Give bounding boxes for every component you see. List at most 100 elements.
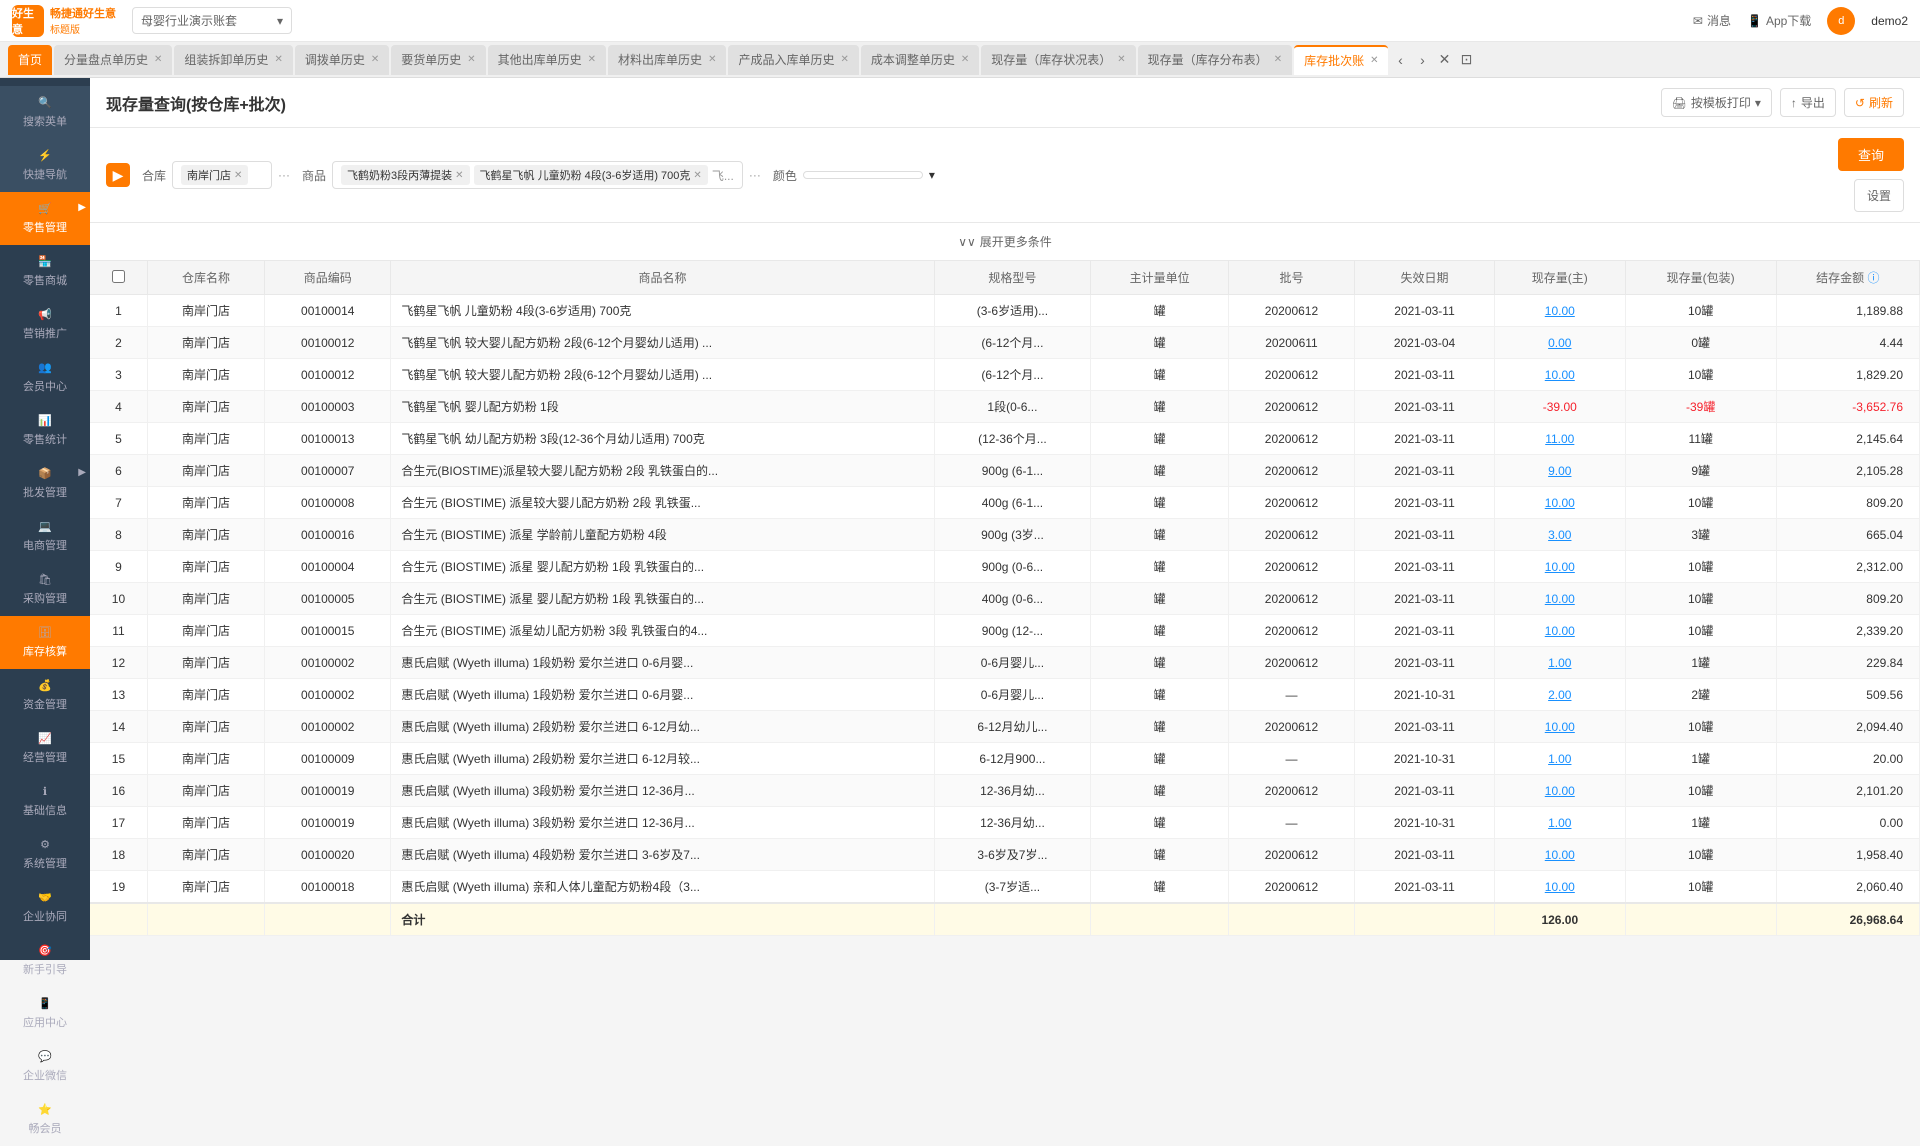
tab-current[interactable]: 库存批次账 ✕ (1294, 45, 1388, 75)
tab-next-btn[interactable]: › (1412, 50, 1432, 70)
cell-qty-main[interactable]: 11.00 (1494, 423, 1625, 455)
tab-9-label: 现存量（库存状况表） (991, 51, 1111, 68)
sidebar-item-marketing[interactable]: 📢 营销推广 (0, 298, 90, 351)
export-btn[interactable]: ↑ 导出 (1780, 88, 1836, 117)
cell-spec: (3-6岁适用)... (934, 295, 1091, 327)
warehouse-tag-container[interactable]: 南岸门店 ✕ (172, 161, 272, 189)
tab-8-close-icon[interactable]: ✕ (961, 54, 969, 65)
cell-qty-main[interactable]: 0.00 (1494, 327, 1625, 359)
sidebar-item-inventory[interactable]: 🗄 库存核算 (0, 616, 90, 669)
tab-6[interactable]: 材料出库单历史 ✕ (608, 45, 726, 75)
sidebar-item-guide[interactable]: 🎯 新手引导 (0, 934, 90, 987)
tab-8[interactable]: 成本调整单历史 ✕ (861, 45, 979, 75)
settings-btn[interactable]: 设置 (1854, 179, 1904, 212)
warehouse-tag-text: 南岸门店 (187, 167, 231, 183)
tab-current-close-icon[interactable]: ✕ (1370, 55, 1378, 66)
cell-qty-main[interactable]: 10.00 (1494, 583, 1625, 615)
sidebar-item-retail[interactable]: 🛒 零售管理 ▶ (0, 192, 90, 245)
cell-qty-main[interactable]: 10.00 (1494, 551, 1625, 583)
sidebar-item-search[interactable]: 🔍 搜索英单 (0, 86, 90, 139)
cell-qty-main[interactable]: 10.00 (1494, 711, 1625, 743)
expand-more-btn[interactable]: ∨∨ 展开更多条件 (950, 229, 1060, 254)
cell-qty-main[interactable]: 10.00 (1494, 775, 1625, 807)
cell-batch: — (1228, 743, 1354, 775)
cell-qty-main[interactable]: 10.00 (1494, 359, 1625, 391)
cell-name: 惠氏启赋 (Wyeth illuma) 2段奶粉 爱尔兰进口 6-12月幼... (391, 711, 934, 743)
tab-5-close-icon[interactable]: ✕ (588, 54, 596, 65)
tab-7-close-icon[interactable]: ✕ (840, 54, 848, 65)
sidebar-item-stats[interactable]: 📊 零售统计 (0, 404, 90, 457)
tab-9-close-icon[interactable]: ✕ (1117, 54, 1125, 65)
query-btn[interactable]: 查询 (1838, 138, 1904, 171)
tab-10-close-icon[interactable]: ✕ (1274, 54, 1282, 65)
sidebar-item-wholesale[interactable]: 📦 批发管理 ▶ (0, 457, 90, 510)
warehouse-tag-close-icon[interactable]: ✕ (234, 170, 242, 181)
cell-qty-main[interactable]: 1.00 (1494, 647, 1625, 679)
cell-qty-main[interactable]: 10.00 (1494, 839, 1625, 871)
sidebar-item-collab[interactable]: 🤝 企业协同 (0, 881, 90, 934)
cell-qty-main[interactable]: 2.00 (1494, 679, 1625, 711)
refresh-btn[interactable]: ↺ 刷新 (1844, 88, 1904, 117)
cell-spec: 6-12月幼儿... (934, 711, 1091, 743)
tab-home[interactable]: 首页 (8, 45, 52, 75)
product-more-icon[interactable]: ··· (749, 168, 761, 182)
cell-qty-main[interactable]: 1.00 (1494, 807, 1625, 839)
color-tag-container[interactable] (803, 171, 923, 179)
cell-qty-main[interactable]: 10.00 (1494, 487, 1625, 519)
tab-5[interactable]: 其他出库单历史 ✕ (488, 45, 606, 75)
tab-close-all-btn[interactable]: ✕ (1434, 50, 1454, 70)
messages-btn[interactable]: ✉ 消息 (1693, 12, 1731, 29)
filter-expand-icon[interactable]: ▶ (106, 163, 130, 187)
tab-9[interactable]: 现存量（库存状况表） ✕ (981, 45, 1135, 75)
cell-qty-main[interactable]: -39.00 (1494, 391, 1625, 423)
tab-2-close-icon[interactable]: ✕ (274, 54, 282, 65)
sidebar-item-basics[interactable]: ℹ 基础信息 (0, 775, 90, 828)
cell-qty-main[interactable]: 1.00 (1494, 743, 1625, 775)
sidebar-item-ecommerce[interactable]: 💻 电商管理 (0, 510, 90, 563)
cell-code: 00100005 (265, 583, 391, 615)
sidebar-item-appcenter[interactable]: 📱 应用中心 (0, 987, 90, 1040)
cell-qty-main[interactable]: 9.00 (1494, 455, 1625, 487)
sidebar-item-finance[interactable]: 💰 资金管理 (0, 669, 90, 722)
sidebar-item-wechat[interactable]: 💬 企业微信 (0, 1040, 90, 1093)
cell-batch: 20200612 (1228, 519, 1354, 551)
sidebar-item-nav[interactable]: ⚡ 快捷导航 (0, 139, 90, 192)
cell-expire: 2021-03-11 (1355, 487, 1495, 519)
app-download-btn[interactable]: 📱 App下载 (1747, 12, 1811, 29)
cell-qty-main[interactable]: 10.00 (1494, 615, 1625, 647)
sidebar-item-members[interactable]: 👥 会员中心 (0, 351, 90, 404)
sidebar-item-mall[interactable]: 🏪 零售商城 (0, 245, 90, 298)
sidebar-item-operations[interactable]: 📈 经营管理 (0, 722, 90, 775)
cell-qty-main[interactable]: 10.00 (1494, 871, 1625, 904)
tab-4-close-icon[interactable]: ✕ (467, 54, 475, 65)
tab-maximize-btn[interactable]: ⊡ (1456, 50, 1476, 70)
tab-4[interactable]: 要货单历史 ✕ (391, 45, 485, 75)
workspace-selector[interactable]: 母婴行业演示账套 ▾ (132, 7, 292, 34)
guide-icon: 🎯 (38, 944, 52, 957)
collab-icon: 🤝 (38, 891, 52, 904)
cell-qty-main[interactable]: 3.00 (1494, 519, 1625, 551)
print-btn[interactable]: 🖨 按模板打印 ▾ (1661, 88, 1772, 117)
tab-1[interactable]: 分量盘点单历史 ✕ (54, 45, 172, 75)
user-avatar[interactable]: d (1827, 7, 1855, 35)
warehouse-more-icon[interactable]: ··· (278, 168, 290, 182)
product-tag-2-close-icon[interactable]: ✕ (693, 170, 701, 181)
sidebar-item-system[interactable]: ⚙ 系统管理 (0, 828, 90, 881)
tab-7[interactable]: 产成品入库单历史 ✕ (728, 45, 858, 75)
tab-3[interactable]: 调拨单历史 ✕ (295, 45, 389, 75)
cell-qty-main[interactable]: 10.00 (1494, 295, 1625, 327)
cell-name: 惠氏启赋 (Wyeth illuma) 4段奶粉 爱尔兰进口 3-6岁及7... (391, 839, 934, 871)
product-tag-container[interactable]: 飞鹤奶粉3段丙薄提装 ✕ 飞鹤星飞帆 儿童奶粉 4段(3-6岁适用) 700克 … (332, 161, 743, 189)
tab-prev-btn[interactable]: ‹ (1390, 50, 1410, 70)
tab-2[interactable]: 组装拆卸单历史 ✕ (174, 45, 292, 75)
sidebar-item-purchase[interactable]: 🛍 采购管理 (0, 563, 90, 616)
sidebar-item-vip[interactable]: ⭐ 畅会员 (0, 1093, 90, 1146)
tab-10[interactable]: 现存量（库存分布表） ✕ (1138, 45, 1292, 75)
select-all-checkbox[interactable] (112, 270, 125, 283)
tab-1-close-icon[interactable]: ✕ (154, 54, 162, 65)
col-batch: 批号 (1228, 261, 1354, 295)
tab-3-close-icon[interactable]: ✕ (371, 54, 379, 65)
product-tag-1-close-icon[interactable]: ✕ (455, 170, 463, 181)
cell-code: 00100002 (265, 711, 391, 743)
tab-6-close-icon[interactable]: ✕ (708, 54, 716, 65)
